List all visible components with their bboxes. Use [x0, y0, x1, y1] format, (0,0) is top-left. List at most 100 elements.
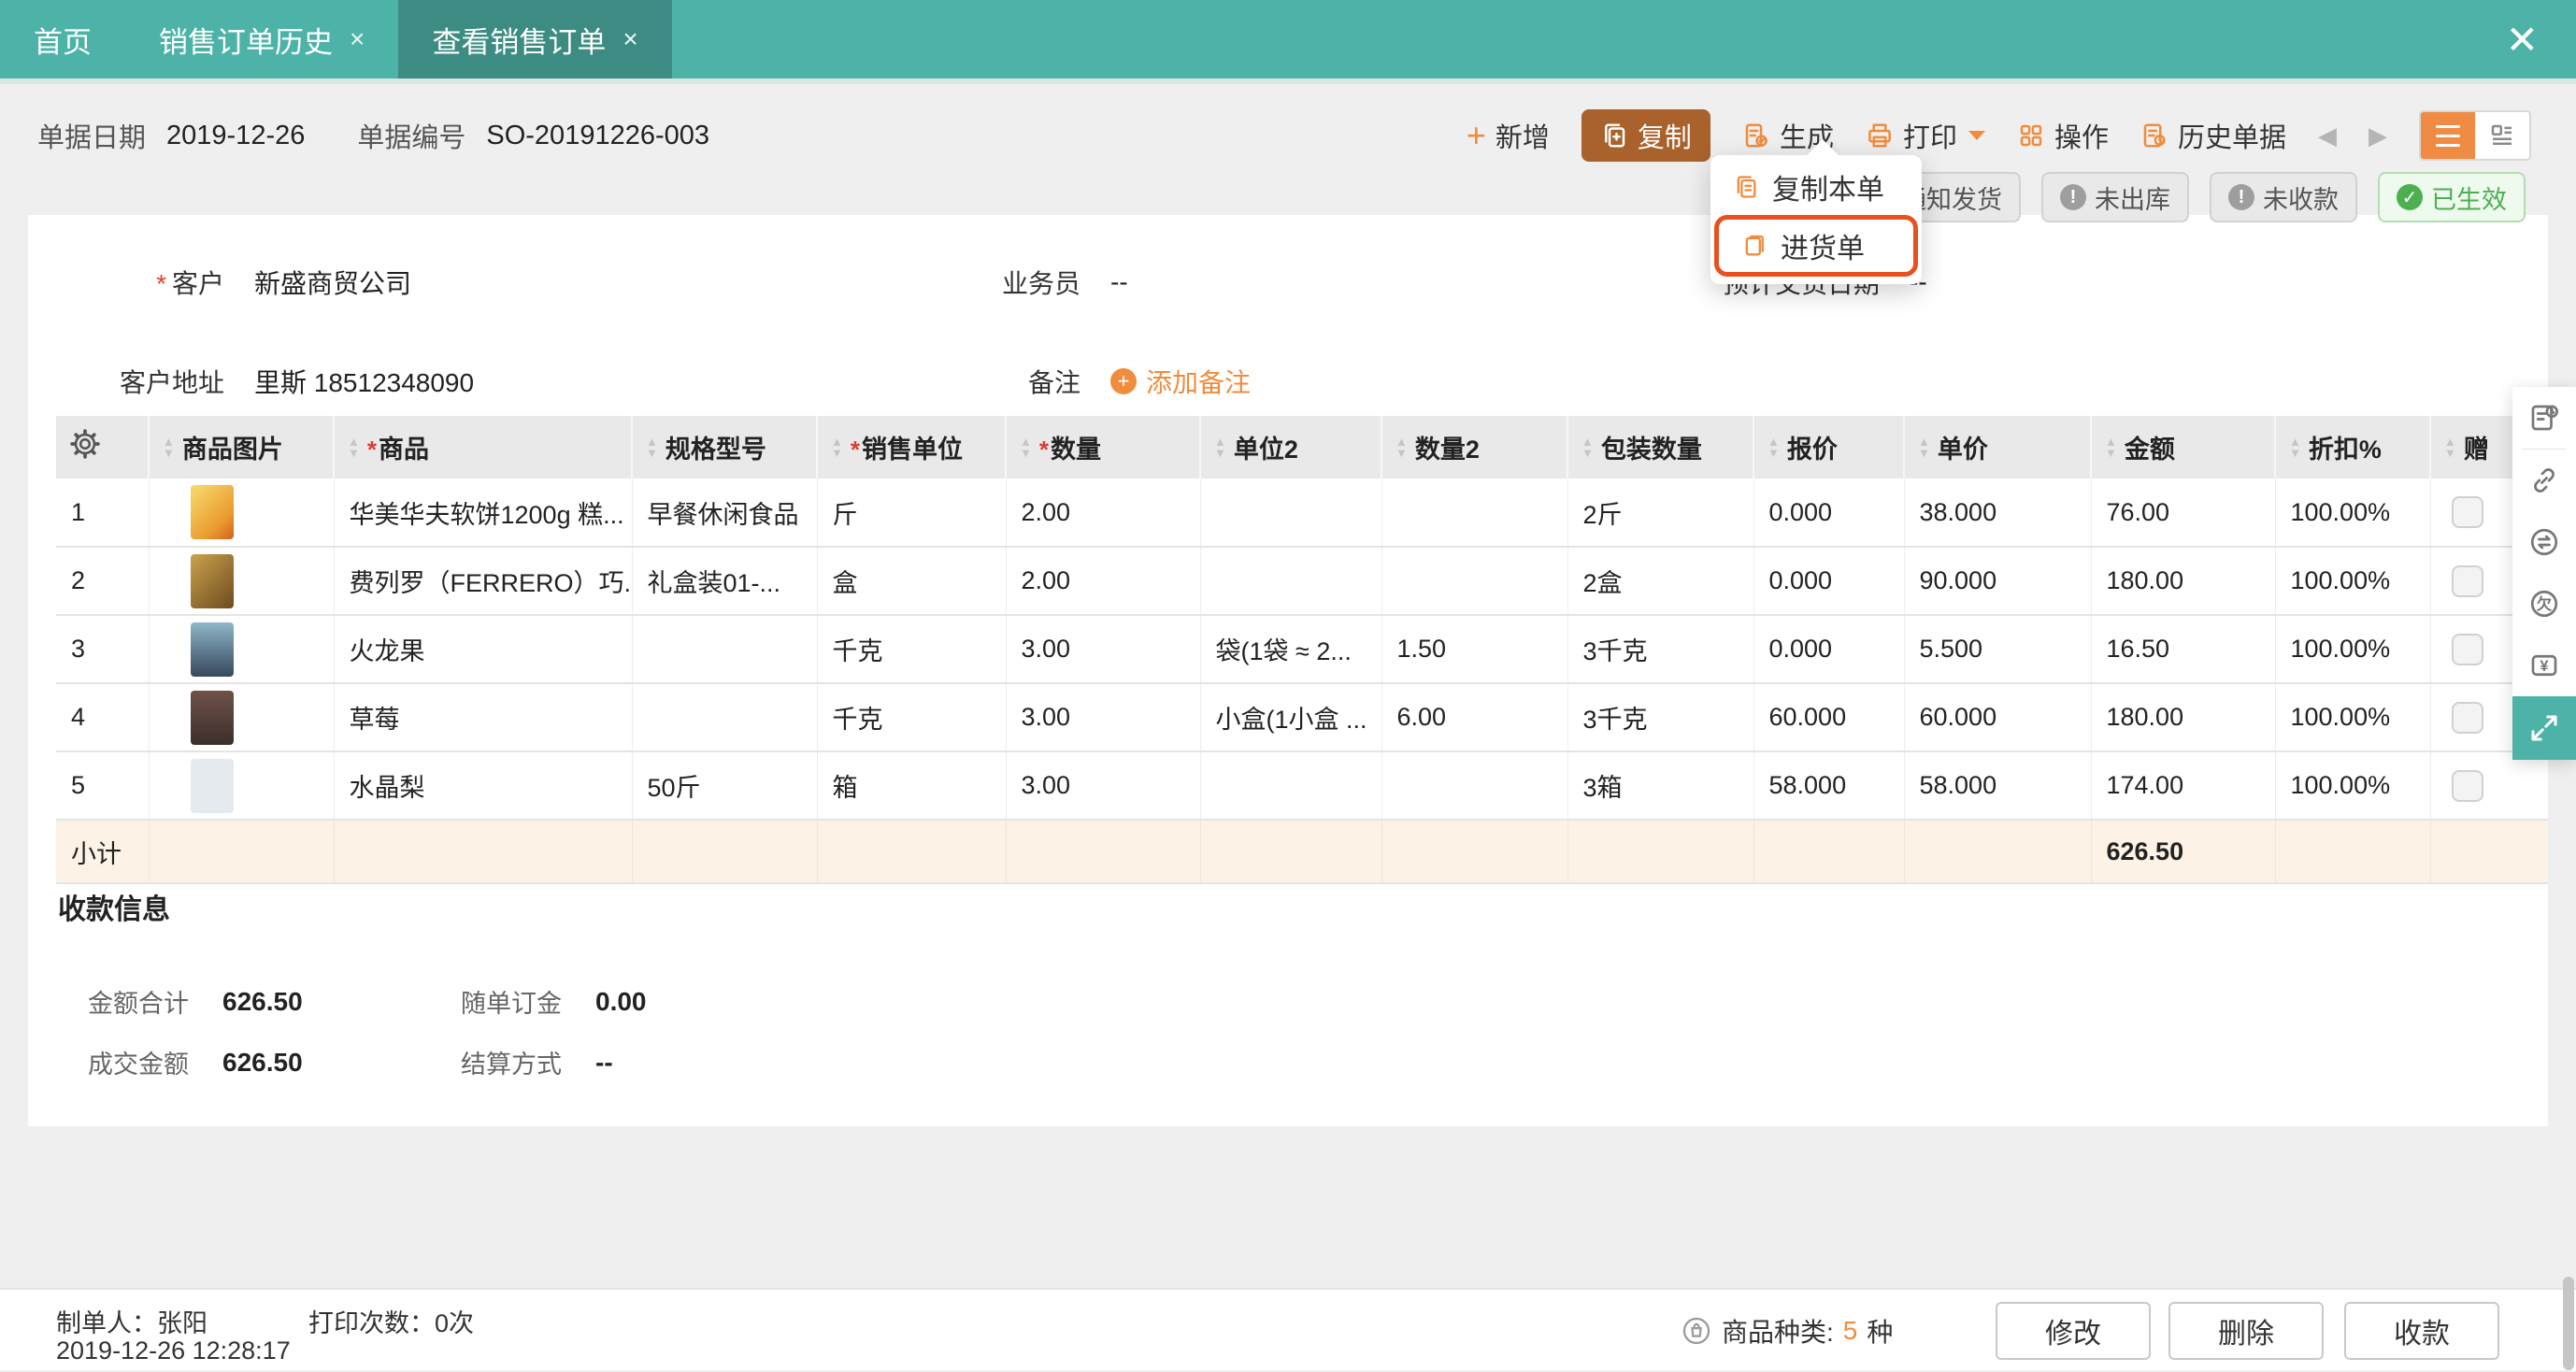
- gift-checkbox[interactable]: [2452, 770, 2483, 802]
- receive-payment-button[interactable]: 收款: [2344, 1302, 2499, 1360]
- header-quantity[interactable]: ▲▼数量: [1006, 416, 1200, 479]
- gift-checkbox[interactable]: [2452, 565, 2483, 597]
- list-view-button[interactable]: [2421, 112, 2475, 159]
- delete-button[interactable]: 删除: [2168, 1302, 2324, 1360]
- menu-item-purchase-order[interactable]: 进货单: [1719, 220, 1913, 272]
- product-kinds-value: 5: [1843, 1316, 1858, 1346]
- cell-unit-price: 5.500: [1904, 615, 2091, 683]
- header-unit2[interactable]: ▲▼单位2: [1200, 416, 1381, 479]
- close-icon[interactable]: ✕: [2506, 0, 2539, 79]
- cell-discount: 100.00%: [2275, 547, 2430, 615]
- tab-close-icon[interactable]: ×: [350, 24, 365, 54]
- gift-checkbox[interactable]: [2452, 634, 2483, 665]
- topbar-divider: [0, 79, 2576, 84]
- status-badges: ! 未通知发货 ! 未出库 ! 未收款 ✓ 已生效: [1823, 172, 2526, 222]
- order-items-table: ▲▼商品图片 ▲▼商品 ▲▼规格型号 ▲▼销售单位 ▲▼数量 ▲▼单位2 ▲▼数…: [56, 416, 2548, 884]
- add-button[interactable]: + 新增: [1467, 116, 1550, 155]
- gift-checkbox[interactable]: [2452, 496, 2483, 528]
- customer-value[interactable]: 新盛商贸公司: [254, 264, 411, 301]
- copy-dropdown-menu: 复制本单 进货单: [1710, 155, 1922, 284]
- cell-quote: 60.000: [1753, 683, 1904, 751]
- debt-tool[interactable]: 欠: [2512, 573, 2576, 635]
- sort-arrows-icon[interactable]: ▲▼: [2105, 436, 2117, 458]
- deposit-label: 随单订金: [461, 983, 562, 1020]
- tab-home-label: 首页: [34, 19, 92, 61]
- currency-tool[interactable]: ¥: [2512, 635, 2576, 696]
- settlement-field: 结算方式 --: [461, 1044, 613, 1080]
- print-dropdown-caret-icon[interactable]: [1968, 131, 1985, 140]
- print-button[interactable]: 打印: [1866, 116, 1985, 155]
- product-image[interactable]: [191, 554, 234, 608]
- gift-checkbox[interactable]: [2452, 702, 2483, 734]
- badge-label: 未出库: [2095, 179, 2170, 216]
- side-tool-rail: 欠 ¥: [2512, 387, 2576, 760]
- header-amount[interactable]: ▲▼金额: [2091, 416, 2275, 479]
- sort-arrows-icon[interactable]: ▲▼: [348, 436, 360, 458]
- header-package-qty[interactable]: ▲▼包装数量: [1567, 416, 1753, 479]
- doc-log-tool[interactable]: [2512, 387, 2576, 449]
- sort-arrows-icon[interactable]: ▲▼: [646, 436, 658, 458]
- cell-image: [149, 615, 334, 683]
- product-image[interactable]: [191, 759, 234, 813]
- sort-arrows-icon[interactable]: ▲▼: [2289, 436, 2301, 458]
- tab-sales-order-history[interactable]: 销售订单历史 ×: [125, 0, 398, 79]
- cell-product: 水晶梨: [334, 751, 632, 820]
- header-unit-price[interactable]: ▲▼单价: [1904, 416, 2091, 479]
- tab-history-label: 销售订单历史: [159, 19, 333, 61]
- sort-arrows-icon[interactable]: ▲▼: [2444, 436, 2456, 458]
- sort-arrows-icon[interactable]: ▲▼: [1214, 436, 1226, 458]
- sort-arrows-icon[interactable]: ▲▼: [1581, 436, 1594, 458]
- column-settings-header[interactable]: [56, 416, 149, 479]
- sort-arrows-icon[interactable]: ▲▼: [1767, 436, 1780, 458]
- product-image[interactable]: [191, 485, 234, 539]
- copy-button[interactable]: 复制: [1581, 109, 1710, 162]
- header-quantity2[interactable]: ▲▼数量2: [1381, 416, 1567, 479]
- header-sales-unit[interactable]: ▲▼销售单位: [817, 416, 1006, 479]
- toolbar-actions: + 新增 复制 生成 打印: [1467, 109, 2531, 162]
- history-docs-button[interactable]: 历史单据: [2140, 116, 2286, 155]
- add-remark-link[interactable]: + 添加备注: [1110, 363, 1251, 400]
- header-product[interactable]: ▲▼商品: [334, 416, 632, 479]
- cell-unit2: [1200, 479, 1381, 547]
- total-amount-label: 金额合计: [88, 983, 189, 1020]
- related-docs-tool[interactable]: [2512, 450, 2576, 511]
- sort-arrows-icon[interactable]: ▲▼: [1395, 436, 1408, 458]
- transfer-tool[interactable]: [2512, 511, 2576, 573]
- exchange-circle-icon: [2527, 525, 2561, 559]
- sort-arrows-icon[interactable]: ▲▼: [163, 436, 175, 458]
- header-product-image[interactable]: ▲▼商品图片: [149, 416, 334, 479]
- copy-doc-icon: [1733, 174, 1759, 200]
- vertical-scrollbar[interactable]: [2563, 1277, 2574, 1370]
- tab-view-sales-order[interactable]: 查看销售订单 ×: [398, 0, 671, 79]
- sort-arrows-icon[interactable]: ▲▼: [1020, 436, 1032, 458]
- product-image[interactable]: [191, 691, 234, 745]
- tab-close-icon[interactable]: ×: [623, 24, 637, 54]
- sort-arrows-icon[interactable]: ▲▼: [1918, 436, 1930, 458]
- product-image[interactable]: [191, 622, 234, 677]
- doc-clock-icon: [2527, 401, 2561, 435]
- header-discount[interactable]: ▲▼折扣%: [2275, 416, 2430, 479]
- cell-unit-price: 90.000: [1904, 547, 2091, 615]
- view-toggle: [2419, 110, 2531, 161]
- tab-home[interactable]: 首页: [0, 0, 125, 79]
- doc-no-label: 单据编号: [357, 116, 465, 155]
- header-quote[interactable]: ▲▼报价: [1753, 416, 1904, 479]
- card-view-icon: [2488, 121, 2516, 150]
- header-spec[interactable]: ▲▼规格型号: [632, 416, 817, 479]
- product-kinds-unit: 种: [1867, 1312, 1893, 1350]
- plus-circle-icon: +: [1110, 368, 1137, 394]
- card-view-button[interactable]: [2475, 112, 2529, 159]
- link-icon: [2527, 464, 2561, 497]
- check-icon: ✓: [2397, 184, 2423, 210]
- prev-doc-arrow[interactable]: ◀: [2318, 121, 2337, 150]
- operate-button[interactable]: 操作: [2017, 116, 2109, 155]
- menu-item-copy-this-order[interactable]: 复制本单: [1710, 161, 1922, 213]
- modify-button[interactable]: 修改: [1996, 1302, 2151, 1360]
- cell-package-qty: 3千克: [1567, 683, 1753, 751]
- exclamation-icon: !: [2228, 184, 2254, 210]
- next-doc-arrow[interactable]: ▶: [2368, 121, 2387, 150]
- expand-tool[interactable]: [2512, 696, 2576, 760]
- history-doc-icon: [2140, 121, 2168, 150]
- sort-arrows-icon[interactable]: ▲▼: [831, 436, 843, 458]
- creator-text: 制单人：张阳: [56, 1303, 208, 1339]
